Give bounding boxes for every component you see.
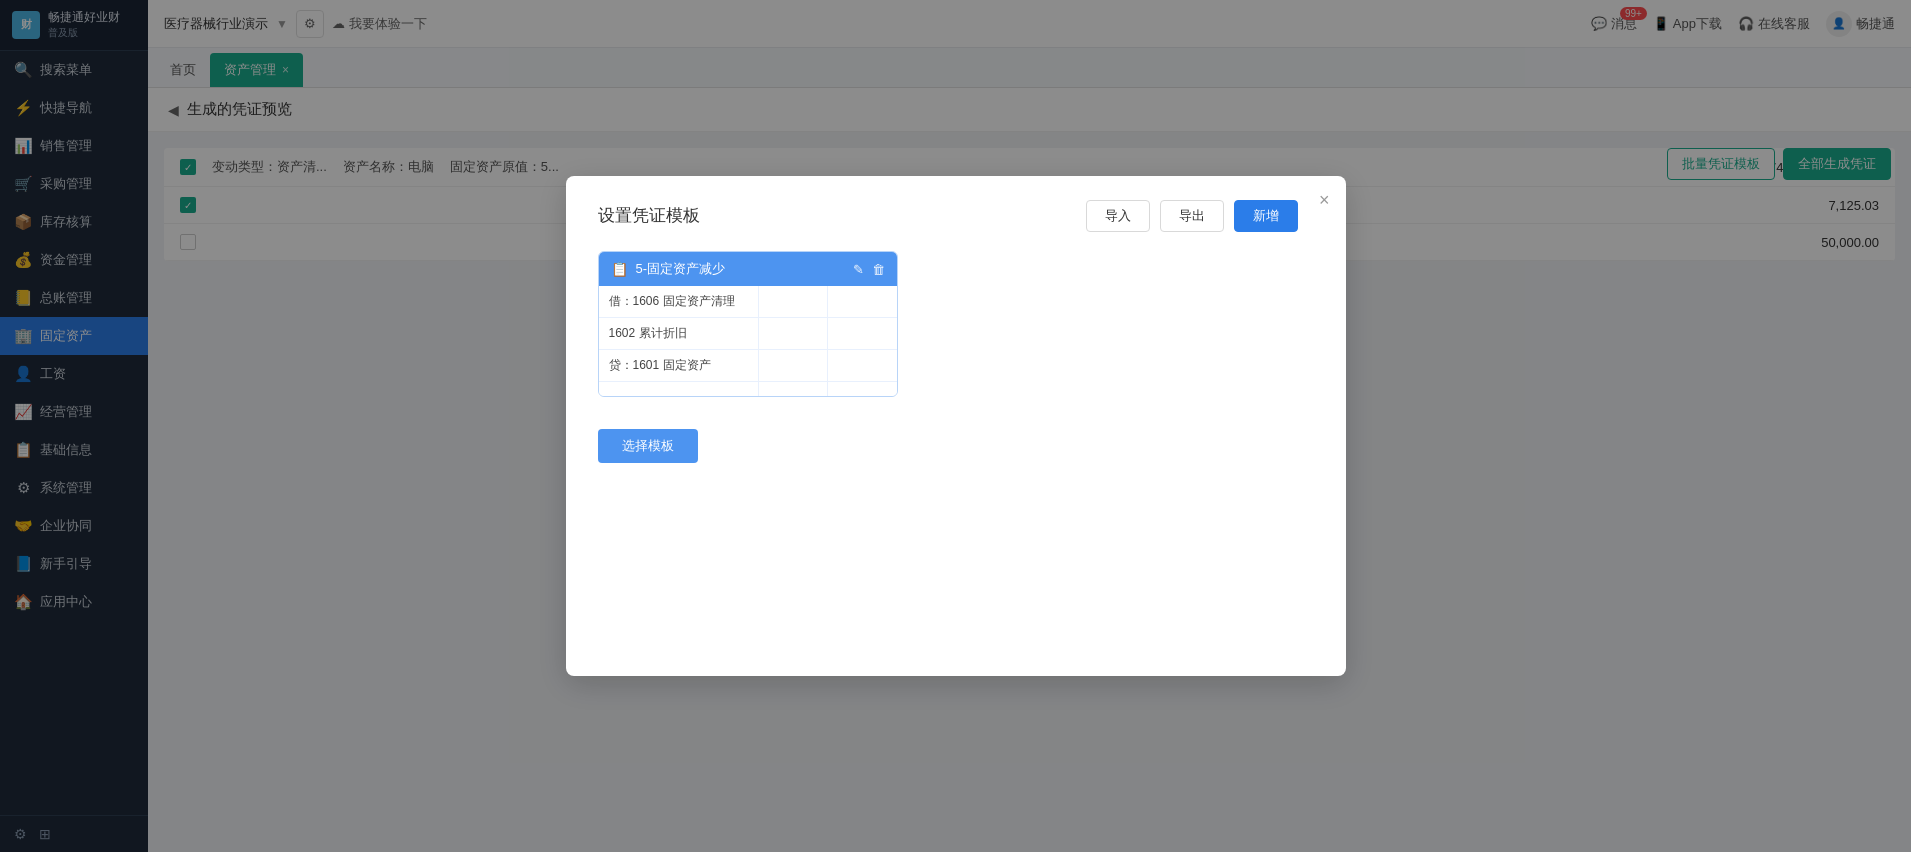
template-card-header: 📋 5-固定资产减少 ✎ 🗑 [599, 252, 897, 286]
template-actions: ✎ 🗑 [853, 262, 885, 277]
template-row [599, 382, 897, 396]
template-cell-credit-3 [828, 382, 897, 396]
modal-toolbar: 导入 导出 新增 [1086, 200, 1298, 232]
modal-overlay[interactable]: 设置凭证模板 导入 导出 新增 × 📋 5-固定资产减少 ✎ 🗑 借：1606 … [0, 0, 1911, 852]
template-cell-debit-2 [759, 350, 828, 381]
template-title: 5-固定资产减少 [636, 260, 845, 278]
import-btn[interactable]: 导入 [1086, 200, 1150, 232]
new-btn[interactable]: 新增 [1234, 200, 1298, 232]
template-row: 贷：1601 固定资产 [599, 350, 897, 382]
template-row: 1602 累计折旧 [599, 318, 897, 350]
template-cell-account-2: 贷：1601 固定资产 [599, 350, 759, 381]
template-cell-account-3 [599, 382, 759, 396]
template-card: 📋 5-固定资产减少 ✎ 🗑 借：1606 固定资产清理 1602 累计折旧 贷… [598, 251, 898, 397]
export-btn[interactable]: 导出 [1160, 200, 1224, 232]
template-cell-debit-1 [759, 318, 828, 349]
template-delete-icon[interactable]: 🗑 [872, 262, 885, 277]
template-cell-credit-2 [828, 350, 897, 381]
template-card-body: 借：1606 固定资产清理 1602 累计折旧 贷：1601 固定资产 [599, 286, 897, 396]
select-template-btn[interactable]: 选择模板 [598, 429, 698, 463]
template-cell-credit-1 [828, 318, 897, 349]
template-cell-credit-0 [828, 286, 897, 317]
template-cell-debit-0 [759, 286, 828, 317]
template-edit-icon[interactable]: ✎ [853, 262, 864, 277]
template-cell-account-0: 借：1606 固定资产清理 [599, 286, 759, 317]
select-template-container: 选择模板 [598, 421, 1314, 463]
modal-dialog: 设置凭证模板 导入 导出 新增 × 📋 5-固定资产减少 ✎ 🗑 借：1606 … [566, 176, 1346, 676]
template-cell-debit-3 [759, 382, 828, 396]
modal-close-btn[interactable]: × [1319, 190, 1330, 211]
template-cell-account-1: 1602 累计折旧 [599, 318, 759, 349]
template-icon: 📋 [611, 261, 628, 277]
template-row: 借：1606 固定资产清理 [599, 286, 897, 318]
